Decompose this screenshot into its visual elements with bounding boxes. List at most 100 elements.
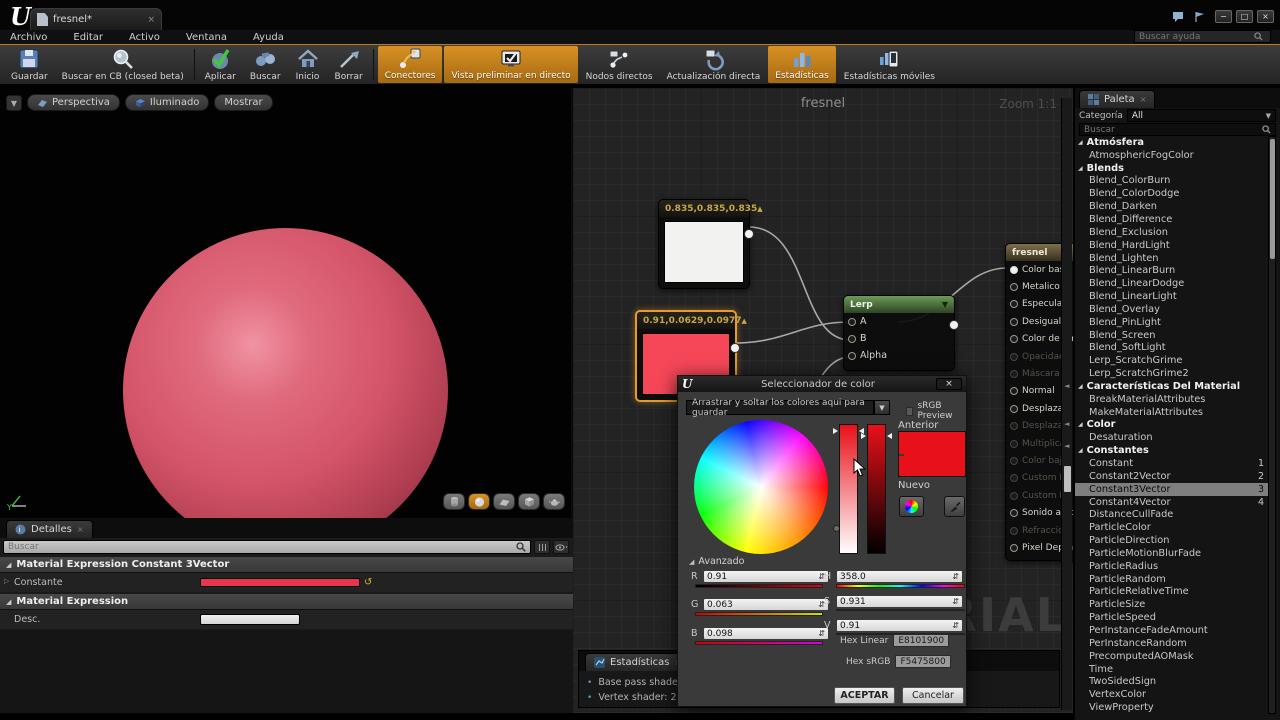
toolbar-button-live-update[interactable]: Actualización directa [660, 45, 768, 84]
palette-item-Blend_ColorBurn[interactable]: Blend_ColorBurn [1075, 175, 1270, 188]
palette-item-Time[interactable]: Time [1075, 663, 1270, 676]
palette-item-MakeMaterialAttributes[interactable]: MakeMaterialAttributes [1075, 406, 1270, 419]
palette-item-Constant4Vector[interactable]: Constant4Vector 4 [1075, 496, 1270, 509]
input-pin[interactable] [1010, 509, 1018, 518]
s-input[interactable]: 0.931 ⇵ [836, 595, 963, 608]
menu-ayuda[interactable]: Ayuda [253, 32, 284, 43]
lerp-pin-alpha[interactable]: Alpha [844, 347, 954, 364]
input-pin[interactable] [848, 334, 856, 343]
collapse-node-icon[interactable]: ▲ [757, 205, 762, 213]
help-search-input[interactable] [1139, 31, 1254, 42]
viewport-button-iluminado[interactable]: Iluminado [124, 94, 210, 111]
aceptar-button[interactable]: ACEPTAR [834, 687, 895, 704]
v-input[interactable]: 0.91 ⇵ [836, 619, 963, 632]
input-pin[interactable] [848, 317, 856, 326]
input-pin[interactable] [1010, 404, 1018, 413]
palette-tab-close-icon[interactable]: × [1140, 95, 1147, 104]
toolbar-button-connectors[interactable]: Conectores [377, 46, 443, 83]
toolbar-button-live-nodes[interactable]: Nodos directos [579, 45, 660, 84]
constante-color-swatch[interactable] [200, 578, 360, 587]
palette-item-ParticleColor[interactable]: ParticleColor [1075, 521, 1270, 534]
input-pin[interactable] [1010, 283, 1018, 292]
constant-node-white[interactable]: 0.835,0.835,0.835 ▲ [658, 199, 763, 289]
scroll-arrow-icon[interactable]: ◄ [1064, 420, 1069, 428]
dropdown-arrow-button[interactable]: ▼ [874, 400, 890, 415]
palette-item-TwoSidedSign[interactable]: TwoSidedSign [1075, 675, 1270, 688]
feedback-bubble-icon[interactable] [1171, 11, 1185, 23]
category-dropdown[interactable]: All ▼ [1126, 109, 1276, 122]
palette-item-Lerp_ScratchGrime2[interactable]: Lerp_ScratchGrime2 [1075, 367, 1270, 380]
input-pin[interactable] [1010, 543, 1018, 552]
palette-item-Desaturation[interactable]: Desaturation [1075, 431, 1270, 444]
color-wheel[interactable] [694, 420, 840, 554]
palette-item-Blend_Screen[interactable]: Blend_Screen [1075, 329, 1270, 342]
palette-item-BreakMaterialAttributes[interactable]: BreakMaterialAttributes [1075, 393, 1270, 406]
toolbar-button-home[interactable]: Inicio [288, 45, 328, 84]
palette-category-header[interactable]: ◢ Atmósfera [1075, 136, 1270, 149]
palette-item-Blend_PinLight[interactable]: Blend_PinLight [1075, 316, 1270, 329]
palette-category-header[interactable]: ◢ Características Del Material [1075, 380, 1270, 393]
reset-to-default-icon[interactable]: ↺ [364, 577, 372, 588]
palette-item-Blend_Darken[interactable]: Blend_Darken [1075, 200, 1270, 213]
tab-estadisticas[interactable]: Estadísticas × [585, 653, 691, 671]
output-pin[interactable] [744, 229, 754, 239]
palette-item-ParticleRadius[interactable]: ParticleRadius [1075, 560, 1270, 573]
maximize-button[interactable]: □ [1236, 10, 1253, 23]
input-pin[interactable] [1010, 335, 1018, 344]
theme-dropdown[interactable]: Arrastrar y soltar los colores aqui para… [686, 398, 874, 418]
toolbar-button-mobile-stats[interactable]: Estadísticas móviles [837, 45, 942, 84]
palette-item-Constant2Vector[interactable]: Constant2Vector 2 [1075, 470, 1270, 483]
palette-category-header[interactable]: ◢ Constantes [1075, 444, 1270, 457]
asset-tab-fresnel[interactable]: fresnel* × [30, 8, 162, 30]
toolbar-button-stats[interactable]: Estadísticas [768, 46, 836, 83]
toolbar-button-save[interactable]: Guardar [4, 45, 55, 84]
details-tab-close-icon[interactable]: × [77, 525, 84, 534]
toolbar-button-live-preview[interactable]: Vista preliminar en directo [444, 46, 578, 83]
palette-item-Constant3Vector[interactable]: Constant3Vector 3 [1075, 482, 1270, 496]
saturation-slider[interactable] [839, 424, 858, 554]
menu-activo[interactable]: Activo [129, 32, 160, 43]
desc-input[interactable] [200, 614, 300, 625]
lerp-node[interactable]: Lerp ▼ A B Alpha [843, 295, 959, 371]
collapse-node-icon[interactable]: ▲ [742, 317, 747, 325]
preview-shape-plane-button[interactable] [493, 493, 515, 510]
b-input[interactable]: 0.098 ⇵ [703, 627, 829, 640]
value-slider-handle[interactable] [861, 433, 892, 440]
avanzado-expander[interactable]: ◢ Avanzado [689, 556, 744, 567]
viewport-options-dropdown[interactable]: ▼ [6, 94, 22, 111]
lerp-pin-b[interactable]: B [844, 330, 954, 347]
preview-shape-teapot-button[interactable] [543, 493, 565, 510]
palette-item-Blend_Exclusion[interactable]: Blend_Exclusion [1075, 226, 1270, 239]
tab-paleta[interactable]: Paleta × [1079, 90, 1156, 108]
spinner-icon[interactable]: ⇵ [952, 621, 959, 630]
palette-item-Blend_LinearDodge[interactable]: Blend_LinearDodge [1075, 277, 1270, 290]
palette-item-Blend_LinearBurn[interactable]: Blend_LinearBurn [1075, 264, 1270, 277]
close-button[interactable]: × [1257, 10, 1274, 23]
hex-srgb-input[interactable]: F5475800 [895, 655, 952, 668]
input-pin[interactable] [1010, 300, 1018, 309]
toolbar-button-broom[interactable]: Borrar [328, 45, 370, 84]
palette-item-PerInstanceRandom[interactable]: PerInstanceRandom [1075, 637, 1270, 650]
color-swatch[interactable] [664, 221, 744, 283]
dialog-titlebar[interactable]: U Seleccionador de color × [678, 376, 966, 392]
preview-viewport[interactable]: ▼ Perspectiva Iluminado Mostrar Y [0, 88, 573, 518]
palette-item-Blend_LinearLight[interactable]: Blend_LinearLight [1075, 290, 1270, 303]
palette-item-AtmosphericFogColor[interactable]: AtmosphericFogColor [1075, 149, 1270, 162]
color-themes-button[interactable] [899, 496, 924, 517]
toolbar-button-binoculars[interactable]: Buscar [243, 45, 288, 84]
palette-item-DistanceCullFade[interactable]: DistanceCullFade [1075, 508, 1270, 521]
details-filter-button[interactable] [534, 540, 550, 554]
palette-category-header[interactable]: ◢ Color [1075, 419, 1270, 432]
palette-item-ParticleRelativeTime[interactable]: ParticleRelativeTime [1075, 586, 1270, 599]
expand-node-icon[interactable]: ▼ [942, 300, 948, 309]
menu-archivo[interactable]: Archivo [10, 32, 47, 43]
palette-item-Blend_Lighten[interactable]: Blend_Lighten [1075, 252, 1270, 265]
tab-detalles[interactable]: i Detalles × [6, 520, 93, 538]
section-header-constant3vector[interactable]: ◢ Material Expression Constant 3Vector [0, 556, 573, 573]
input-pin[interactable] [1010, 317, 1018, 326]
h-input[interactable]: 358.0 ⇵ [836, 570, 963, 583]
toolbar-button-check[interactable]: Aplicar [198, 45, 243, 84]
minimize-button[interactable]: − [1215, 10, 1232, 23]
tab-close-icon[interactable]: × [147, 15, 155, 25]
palette-item-ViewProperty[interactable]: ViewProperty [1075, 701, 1270, 714]
